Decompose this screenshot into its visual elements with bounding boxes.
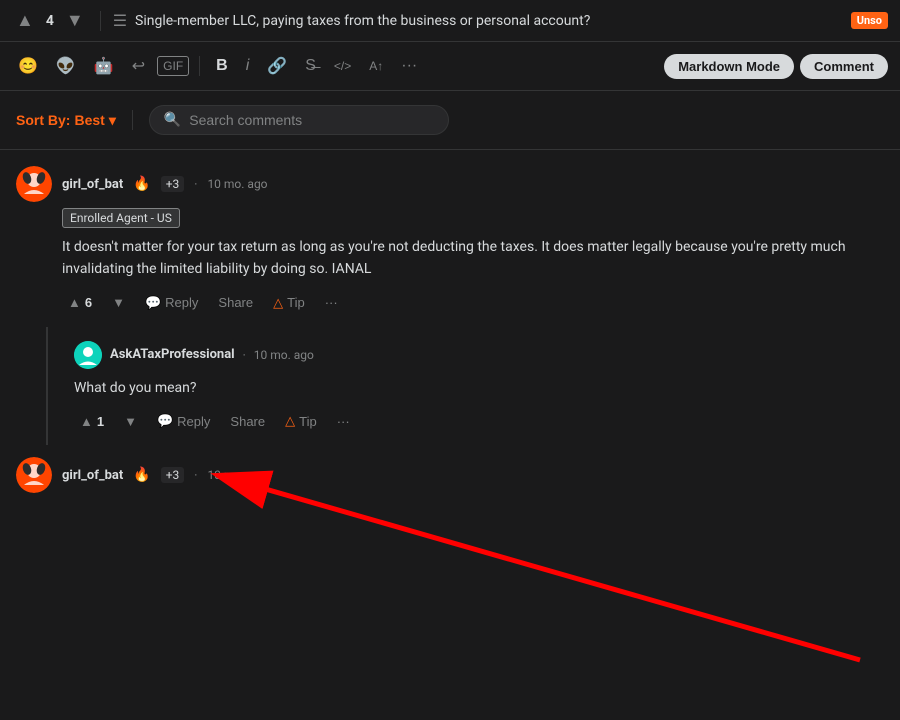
reply-body-1: What do you mean?: [74, 377, 884, 399]
top-bar: ▲ 4 ▼ ☰ Single-member LLC, paying taxes …: [0, 0, 900, 42]
comment-header-bottom: girl_of_bat 🔥 +3 · 10 mo. ago: [16, 457, 884, 493]
italic-button[interactable]: i: [240, 53, 256, 79]
tip-label-1: Tip: [287, 295, 305, 310]
more-button-1[interactable]: ···: [319, 291, 344, 314]
share-label-1: Share: [218, 295, 253, 310]
undo-button[interactable]: ↩: [126, 52, 151, 80]
more-formats-button[interactable]: ···: [395, 53, 423, 79]
reply-button-r1[interactable]: 💬 Reply: [151, 409, 216, 433]
more-button-r1[interactable]: ···: [331, 410, 356, 433]
markdown-mode-button[interactable]: Markdown Mode: [664, 54, 794, 79]
tip-label-r1: Tip: [299, 414, 317, 429]
gif-button[interactable]: GIF: [157, 56, 189, 76]
avatar-img-2: [16, 457, 52, 493]
comments-section: girl_of_bat 🔥 +3 · 10 mo. ago Enrolled A…: [0, 150, 900, 493]
tip-button-1[interactable]: △ Tip: [267, 291, 311, 315]
reply-header-1: AskATaxProfessional · 10 mo. ago: [74, 341, 884, 369]
reply-icon-1: 💬: [145, 295, 161, 311]
comment-submit-button[interactable]: Comment: [800, 54, 888, 79]
tip-icon-1: △: [273, 295, 283, 311]
timestamp-r1: ·: [243, 348, 246, 362]
downvote-button[interactable]: ▼: [62, 8, 88, 33]
controls-bar: Sort By: Best ▾ 🔍: [0, 91, 900, 150]
karma-bottom: +3: [161, 467, 185, 483]
username-bottom: girl_of_bat: [62, 468, 123, 483]
reply-icon-r1: 💬: [157, 413, 173, 429]
post-title: Single-member LLC, paying taxes from the…: [135, 13, 843, 29]
strikethrough-button[interactable]: S̶: [299, 53, 322, 79]
downvote-reply-1[interactable]: ▼: [118, 410, 143, 433]
controls-divider: [132, 110, 133, 130]
timestamp-1-value: 10 mo. ago: [207, 177, 267, 191]
search-input[interactable]: [189, 112, 434, 128]
timestamp-1: ·: [194, 177, 197, 191]
comment-bottom: girl_of_bat 🔥 +3 · 10 mo. ago: [0, 445, 900, 493]
reply-comment-1: AskATaxProfessional · 10 mo. ago What do…: [46, 327, 900, 445]
avatar-img-reply: [74, 341, 102, 369]
comment-1: girl_of_bat 🔥 +3 · 10 mo. ago Enrolled A…: [0, 150, 900, 327]
upvote-button[interactable]: ▲: [12, 8, 38, 33]
downvote-icon-1: ▼: [112, 295, 125, 310]
post-flair: Unso: [851, 12, 888, 29]
reply-label-r1: Reply: [177, 414, 210, 429]
share-button-1[interactable]: Share: [212, 291, 259, 314]
link-button[interactable]: 🔗: [261, 52, 293, 80]
karma-1: +3: [161, 176, 185, 192]
divider: [100, 11, 101, 31]
reply-actions-1: ▲ 1 ▼ 💬 Reply Share △ Tip: [74, 409, 884, 445]
avatar-img: [16, 166, 52, 202]
upvote-comment-1[interactable]: ▲ 6: [62, 291, 98, 314]
upvote-count-1: 6: [85, 295, 92, 310]
emoji-button[interactable]: 😊: [12, 52, 44, 80]
snoo-button[interactable]: 👽: [50, 52, 82, 80]
upvote-icon-r1: ▲: [80, 414, 93, 429]
sort-label: Sort By:: [16, 112, 70, 128]
avatar-girl-of-bat-2: [16, 457, 52, 493]
search-box[interactable]: 🔍: [149, 105, 449, 135]
timestamp-reply-1: 10 mo. ago: [254, 348, 314, 362]
sort-arrow-icon: ▾: [109, 112, 116, 129]
reply-inner-1: AskATaxProfessional · 10 mo. ago What do…: [64, 341, 884, 445]
username-reply-1: AskATaxProfessional: [110, 347, 235, 362]
avatar-girl-of-bat: [16, 166, 52, 202]
flair-icon-1: 🔥: [133, 176, 150, 192]
upvote-reply-1[interactable]: ▲ 1: [74, 410, 110, 433]
toolbar-divider-1: [199, 56, 200, 76]
avatar-askataxpro: [74, 341, 102, 369]
share-label-r1: Share: [230, 414, 265, 429]
tip-icon-r1: △: [285, 413, 295, 429]
upvote-count-r1: 1: [97, 414, 104, 429]
comment-actions-1: ▲ 6 ▼ 💬 Reply Share △ Tip: [62, 291, 884, 327]
sort-value: Best: [74, 112, 104, 128]
sort-button[interactable]: Sort By: Best ▾: [16, 112, 116, 129]
comment-header-1: girl_of_bat 🔥 +3 · 10 mo. ago: [16, 166, 884, 202]
reply-button-1[interactable]: 💬 Reply: [139, 291, 204, 315]
bold-button[interactable]: B: [210, 53, 234, 79]
share-button-r1[interactable]: Share: [224, 410, 271, 433]
code-button[interactable]: </>: [328, 55, 357, 77]
username-1: girl_of_bat: [62, 177, 123, 192]
flair-icon-bottom: 🔥: [133, 467, 150, 483]
search-icon: 🔍: [164, 112, 181, 128]
upvote-icon-1: ▲: [68, 295, 81, 310]
flair-badge-1: Enrolled Agent - US: [62, 208, 180, 228]
comment-toolbar: 😊 👽 🤖 ↩ GIF B i 🔗 S̶ </> A↑ ··· Markdown…: [0, 42, 900, 91]
alien-button[interactable]: 🤖: [88, 52, 120, 80]
tip-button-r1[interactable]: △ Tip: [279, 409, 323, 433]
reply-label-1: Reply: [165, 295, 198, 310]
post-type-icon: ☰: [113, 11, 127, 30]
downvote-icon-r1: ▼: [124, 414, 137, 429]
downvote-comment-1[interactable]: ▼: [106, 291, 131, 314]
timestamp-bottom-value: 10 mo. ago: [207, 468, 267, 482]
more-icon-r1: ···: [337, 414, 350, 429]
vote-count: 4: [46, 13, 54, 29]
more-icon-1: ···: [325, 295, 338, 310]
arrow-line: [220, 476, 860, 660]
comment-body-1: It doesn't matter for your tax return as…: [62, 236, 884, 281]
timestamp-b: ·: [194, 468, 197, 482]
superscript-button[interactable]: A↑: [363, 55, 389, 77]
